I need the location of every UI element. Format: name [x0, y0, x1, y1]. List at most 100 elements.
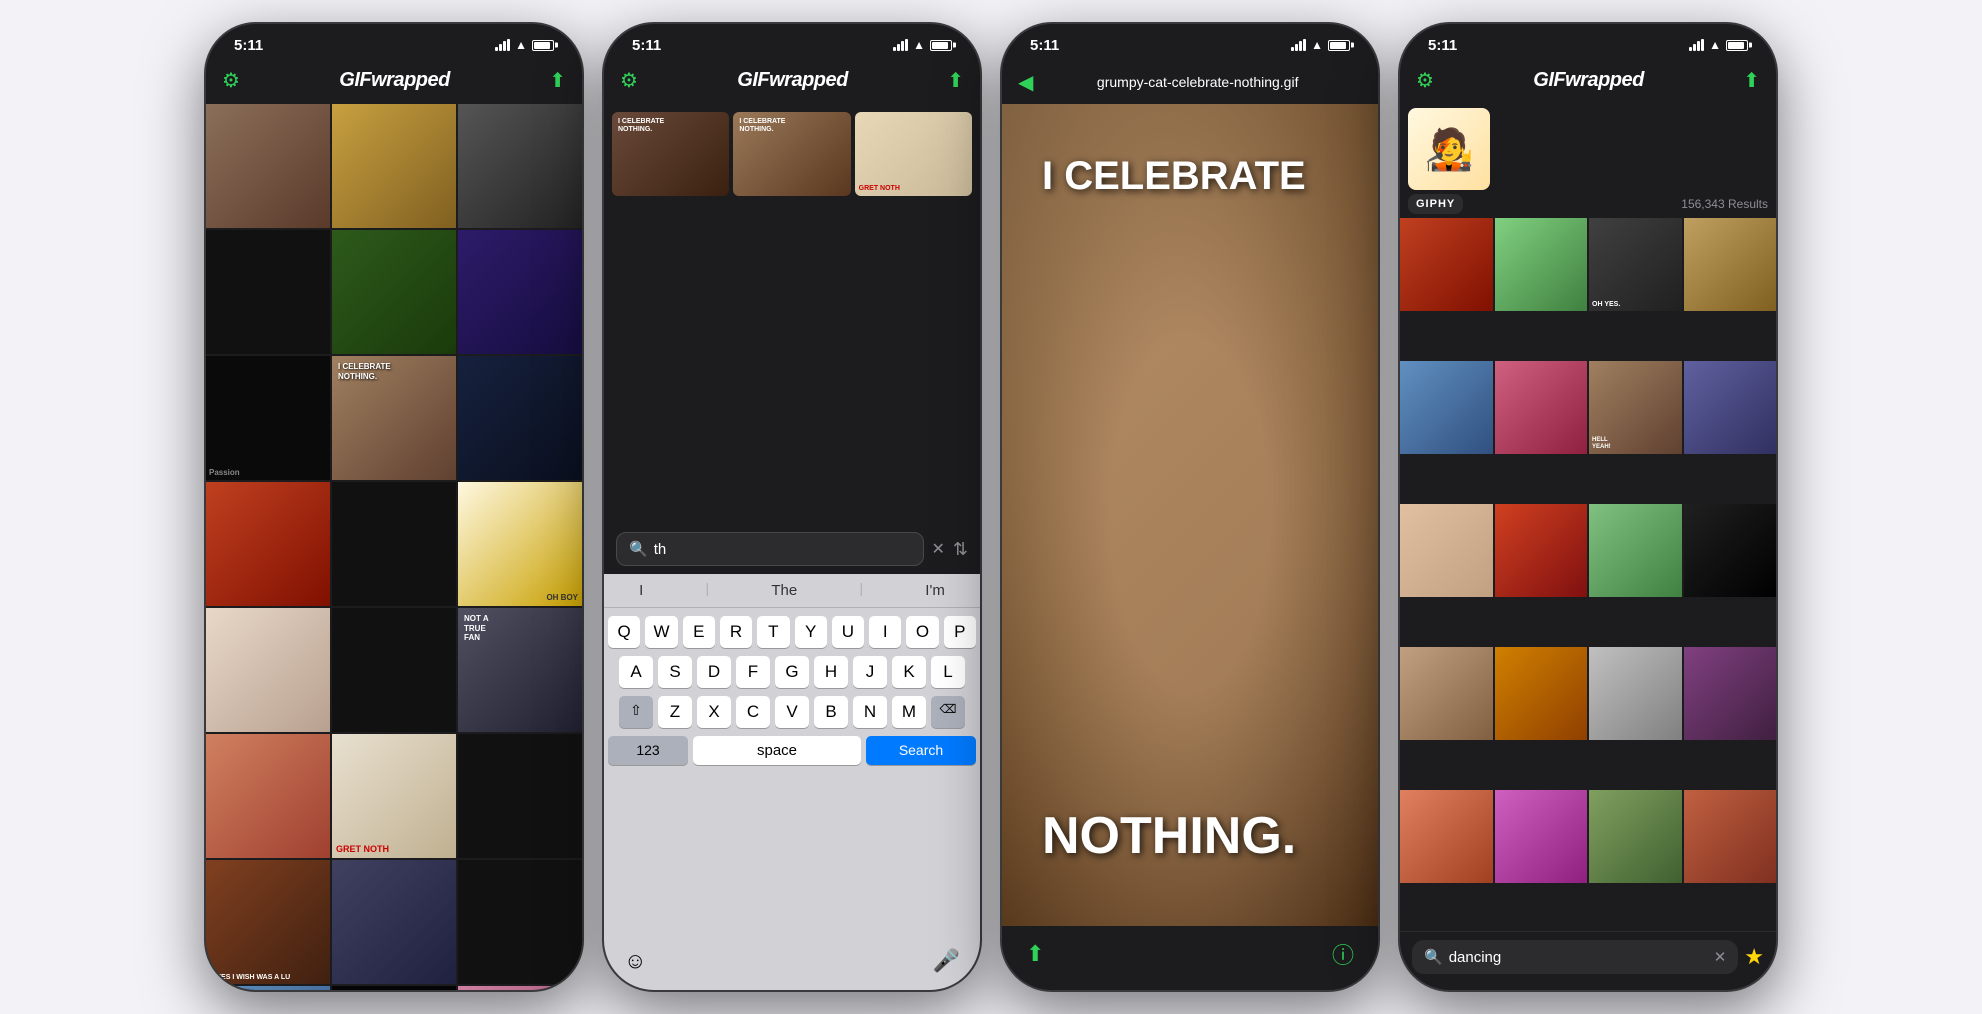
key-z[interactable]: Z [658, 696, 692, 728]
clear-icon-4[interactable]: ✕ [1714, 948, 1727, 966]
gif-cell-14[interactable] [332, 608, 456, 732]
gif-cell-6[interactable] [458, 230, 582, 354]
gif-cell-3[interactable] [458, 104, 582, 228]
strip-cell-1[interactable]: I CELEBRATENOTHING. [612, 112, 729, 196]
gif-cell-4-17[interactable] [1400, 790, 1493, 883]
key-c[interactable]: C [736, 696, 770, 728]
key-u[interactable]: U [832, 616, 864, 648]
gif-cell-24[interactable] [458, 986, 582, 992]
gif-cell-4-3[interactable]: OH YES. [1589, 218, 1682, 311]
suggestion-3[interactable]: I'm [917, 580, 953, 601]
gif-cell-8[interactable]: I CELEBRATENOTHING. [332, 356, 456, 480]
share-button-3[interactable]: ⬆ [1026, 941, 1044, 967]
gif-cell-4-8[interactable] [1684, 361, 1777, 454]
gif-cell-4-4[interactable] [1684, 218, 1777, 311]
key-o[interactable]: O [906, 616, 938, 648]
gif-cell-16[interactable] [206, 734, 330, 858]
gif-cell-15[interactable]: NOT ATRUEFAN [458, 608, 582, 732]
key-m[interactable]: M [892, 696, 926, 728]
key-a[interactable]: A [619, 656, 653, 688]
gear-button-1[interactable]: ⚙ [222, 68, 240, 93]
key-s[interactable]: S [658, 656, 692, 688]
gif-cell-4-15[interactable] [1589, 647, 1682, 740]
gif-cell-4-13[interactable] [1400, 647, 1493, 740]
gif-cell-13[interactable] [206, 608, 330, 732]
gif-cell-1[interactable] [206, 104, 330, 228]
gear-button-4[interactable]: ⚙ [1416, 68, 1434, 93]
upload-button-1[interactable]: ⬆ [549, 68, 566, 93]
key-w[interactable]: W [645, 616, 677, 648]
gif-cell-7[interactable]: Passion [206, 356, 330, 480]
gif-cell-5[interactable] [332, 230, 456, 354]
gif-cell-4-16[interactable] [1684, 647, 1777, 740]
gif-cell-4-19[interactable] [1589, 790, 1682, 883]
gif-cell-10[interactable] [206, 482, 330, 606]
key-l[interactable]: L [931, 656, 965, 688]
key-b[interactable]: B [814, 696, 848, 728]
key-v[interactable]: V [775, 696, 809, 728]
sort-icon-2[interactable]: ⇅ [953, 539, 968, 560]
upload-button-2[interactable]: ⬆ [947, 68, 964, 93]
gif-cell-18[interactable] [458, 734, 582, 858]
strip-cell-2[interactable]: I CELEBRATENOTHING. [733, 112, 850, 196]
gif-cell-4-10[interactable] [1495, 504, 1588, 597]
avatar-cell-4[interactable]: 🧑‍🎤 [1408, 108, 1490, 190]
gif-cell-4-11[interactable] [1589, 504, 1682, 597]
key-row-1: Q W E R T Y U I O P [608, 616, 976, 648]
key-j[interactable]: J [853, 656, 887, 688]
emoji-icon[interactable]: ☺ [624, 948, 646, 974]
key-x[interactable]: X [697, 696, 731, 728]
gif-cell-4-18[interactable] [1495, 790, 1588, 883]
gif-cell-4-5[interactable] [1400, 361, 1493, 454]
gif-cell-11[interactable] [332, 482, 456, 606]
key-p[interactable]: P [944, 616, 976, 648]
gif-cell-21[interactable] [458, 860, 582, 984]
key-e[interactable]: E [683, 616, 715, 648]
gif-cell-4[interactable] [206, 230, 330, 354]
search-field-2[interactable]: 🔍 th [616, 532, 924, 566]
key-search[interactable]: Search [866, 736, 976, 765]
favorite-button-4[interactable]: ★ [1744, 944, 1764, 970]
gif-cell-4-7[interactable]: HELLYEAH! [1589, 361, 1682, 454]
gif-cell-17[interactable]: GRET NOTH [332, 734, 456, 858]
key-space[interactable]: space [693, 736, 861, 765]
key-delete[interactable]: ⌫ [931, 696, 965, 728]
info-button-3[interactable]: ⓘ [1332, 938, 1354, 970]
gif-cell-19[interactable]: TIMES I WISH WAS A LU [206, 860, 330, 984]
gif-cell-4-6[interactable] [1495, 361, 1588, 454]
gear-button-2[interactable]: ⚙ [620, 68, 638, 93]
suggestion-2[interactable]: The [763, 580, 805, 601]
gif-cell-2[interactable] [332, 104, 456, 228]
strip-cell-3[interactable]: GRET NOTH [855, 112, 972, 196]
gif-cell-22[interactable] [206, 986, 330, 992]
gif-cell-4-12[interactable] [1684, 504, 1777, 597]
key-shift[interactable]: ⇧ [619, 696, 653, 728]
key-d[interactable]: D [697, 656, 731, 688]
key-y[interactable]: Y [795, 616, 827, 648]
key-h[interactable]: H [814, 656, 848, 688]
dancing-search-field[interactable]: 🔍 dancing ✕ [1412, 940, 1738, 974]
back-button-3[interactable]: ◀ [1018, 70, 1033, 95]
clear-button-2[interactable]: ✕ [932, 539, 945, 559]
gif-cell-20[interactable] [332, 860, 456, 984]
key-g[interactable]: G [775, 656, 809, 688]
key-q[interactable]: Q [608, 616, 640, 648]
key-k[interactable]: K [892, 656, 926, 688]
gif-cell-12[interactable]: OH BOY [458, 482, 582, 606]
suggestion-1[interactable]: I [631, 580, 651, 601]
gif-cell-9[interactable] [458, 356, 582, 480]
gif-cell-4-14[interactable] [1495, 647, 1588, 740]
key-r[interactable]: R [720, 616, 752, 648]
key-123[interactable]: 123 [608, 736, 688, 765]
gif-cell-4-9[interactable] [1400, 504, 1493, 597]
key-n[interactable]: N [853, 696, 887, 728]
key-t[interactable]: T [757, 616, 789, 648]
upload-button-4[interactable]: ⬆ [1743, 68, 1760, 93]
gif-cell-4-2[interactable] [1495, 218, 1588, 311]
gif-cell-4-20[interactable] [1684, 790, 1777, 883]
gif-cell-23[interactable] [332, 986, 456, 992]
mic-icon[interactable]: 🎤 [933, 948, 960, 974]
gif-cell-4-1[interactable] [1400, 218, 1493, 311]
key-f[interactable]: F [736, 656, 770, 688]
key-i[interactable]: I [869, 616, 901, 648]
